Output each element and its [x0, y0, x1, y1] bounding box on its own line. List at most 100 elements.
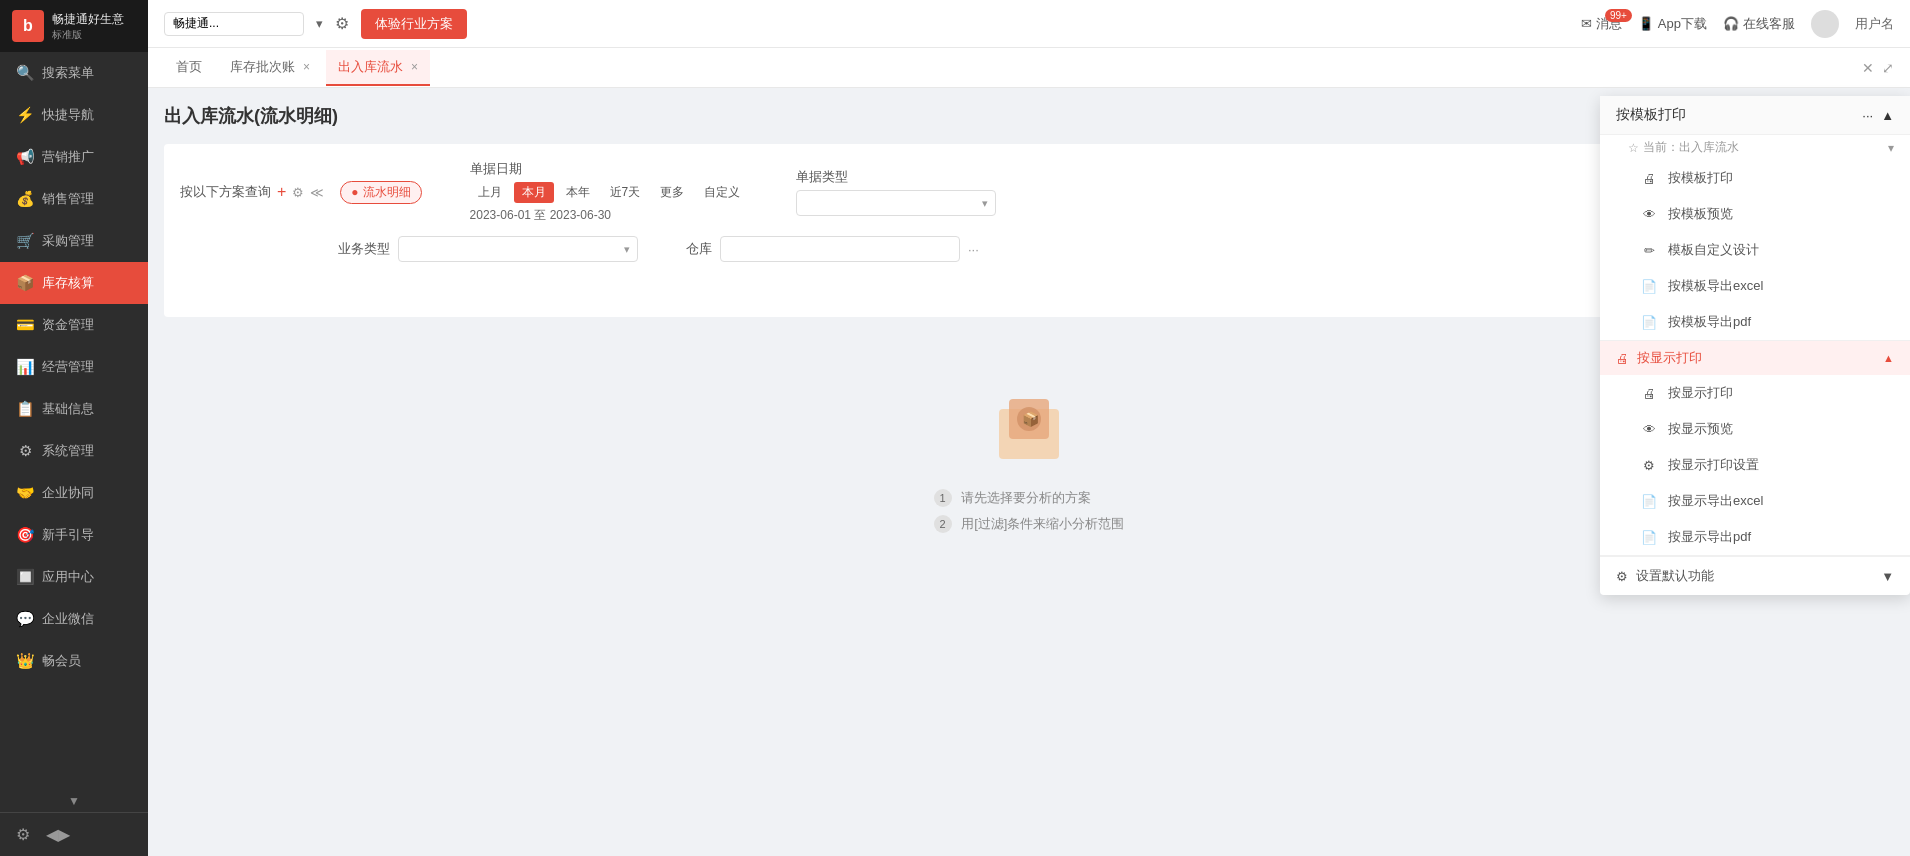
- filter-tag[interactable]: ● 流水明细: [340, 181, 421, 204]
- dropdown-item-模板自定义设计[interactable]: ✏ 模板自定义设计: [1600, 232, 1910, 268]
- dropdown-section-2-header[interactable]: 🖨 按显示打印 ▲: [1600, 341, 1910, 375]
- sidebar-basic-info-label: 基础信息: [42, 400, 94, 418]
- dropdown-s2-item-按显示预览[interactable]: 👁 按显示预览: [1600, 411, 1910, 447]
- sidebar-system-label: 系统管理: [42, 442, 94, 460]
- dropdown-s2-item-按显示导出excel[interactable]: 📄 按显示导出excel: [1600, 483, 1910, 519]
- header-settings-icon[interactable]: ⚙: [335, 14, 349, 33]
- sidebar-item-basic-info[interactable]: 📋 基础信息: [0, 388, 148, 430]
- dropdown-item-按模板打印[interactable]: 🖨 按模板打印: [1600, 160, 1910, 196]
- dropdown-s2-item-按显示导出pdf[interactable]: 📄 按显示导出pdf: [1600, 519, 1910, 555]
- shortcut-7days[interactable]: 近7天: [602, 182, 649, 203]
- sidebar-item-purchase[interactable]: 🛒 采购管理: [0, 220, 148, 262]
- sidebar-item-app-center[interactable]: 🔲 应用中心: [0, 556, 148, 598]
- settings-icon[interactable]: ⚙: [16, 825, 30, 844]
- dropdown-item-按模板导出excel[interactable]: 📄 按模板导出excel: [1600, 268, 1910, 304]
- header-dropdown-icon[interactable]: ▾: [316, 16, 323, 31]
- filter-tag-icon: ●: [351, 185, 358, 199]
- sidebar-item-sales[interactable]: 💰 销售管理: [0, 178, 148, 220]
- app-name: 畅捷通好生意: [52, 11, 124, 28]
- tab-current-close[interactable]: ×: [411, 60, 418, 74]
- sidebar-item-system[interactable]: ⚙ 系统管理: [0, 430, 148, 472]
- sidebar-search-icon: 🔍: [16, 64, 34, 82]
- shortcut-custom[interactable]: 自定义: [696, 182, 748, 203]
- biz-type-select[interactable]: [398, 236, 638, 262]
- sidebar-membership-icon: 👑: [16, 652, 34, 670]
- filter-label-text: 按以下方案查询: [180, 183, 271, 201]
- sidebar-inventory-icon: 📦: [16, 274, 34, 292]
- app-logo-icon: b: [12, 10, 44, 42]
- industry-btn[interactable]: 体验行业方案: [361, 9, 467, 39]
- tab-expand-actions: ✕ ⤢: [1862, 60, 1894, 76]
- tab-inventory-batch[interactable]: 库存批次账 ×: [218, 50, 322, 86]
- dropdown-collapse-icon[interactable]: ▲: [1881, 108, 1894, 123]
- biz-type-field: 业务类型: [338, 236, 638, 262]
- footer-icon: ⚙: [1616, 569, 1628, 584]
- message-btn[interactable]: ✉ 消息 99+: [1581, 15, 1622, 33]
- tab-close-all-icon[interactable]: ✕: [1862, 60, 1874, 76]
- app-download-btn[interactable]: 📱 App下载: [1638, 15, 1707, 33]
- sidebar-cooperation-icon: 🤝: [16, 484, 34, 502]
- search-input[interactable]: [164, 12, 304, 36]
- shortcut-this-month[interactable]: 本月: [514, 182, 554, 203]
- scroll-down-icon[interactable]: ▼: [68, 794, 80, 808]
- filter-collapse-icon[interactable]: ≪: [310, 185, 324, 200]
- collapse-icon[interactable]: ◀▶: [46, 825, 70, 844]
- sidebar-item-operations[interactable]: 📊 经营管理: [0, 346, 148, 388]
- online-service-btn[interactable]: 🎧 在线客服: [1723, 15, 1795, 33]
- dropdown-item-按模板预览[interactable]: 👁 按模板预览: [1600, 196, 1910, 232]
- s2-item-label: 按显示导出excel: [1668, 492, 1763, 510]
- filter-add-btn[interactable]: +: [277, 183, 286, 201]
- dropdown-s2-item-按显示打印[interactable]: 🖨 按显示打印: [1600, 375, 1910, 411]
- shortcut-this-year[interactable]: 本年: [558, 182, 598, 203]
- dropdown-more-icon[interactable]: ···: [1862, 108, 1873, 123]
- s2-item-icon: 📄: [1640, 492, 1658, 510]
- sidebar-item-finance[interactable]: 💳 资金管理: [0, 304, 148, 346]
- current-arrow[interactable]: ▾: [1888, 141, 1894, 155]
- sidebar-item-search[interactable]: 🔍 搜索菜单: [0, 52, 148, 94]
- dropdown-footer[interactable]: ⚙ 设置默认功能 ▼: [1600, 556, 1910, 595]
- shortcut-more[interactable]: 更多: [652, 182, 692, 203]
- empty-step-1: 1 请先选择要分析的方案: [934, 485, 1125, 511]
- filter-settings-icon[interactable]: ⚙: [292, 185, 304, 200]
- tab-home-label: 首页: [176, 58, 202, 76]
- item-label: 按模板导出excel: [1668, 277, 1763, 295]
- sidebar-wechat-icon: 💬: [16, 610, 34, 628]
- biz-type-label: 业务类型: [338, 240, 390, 258]
- tab-current[interactable]: 出入库流水 ×: [326, 50, 430, 86]
- step-2-text: 用[过滤]条件来缩小分析范围: [961, 516, 1124, 531]
- header-right: ✉ 消息 99+ 📱 App下载 🎧 在线客服 用户名: [1581, 10, 1894, 38]
- shortcut-last-month[interactable]: 上月: [470, 182, 510, 203]
- sidebar-item-guide[interactable]: 🎯 新手引导: [0, 514, 148, 556]
- doc-type-select[interactable]: [796, 190, 996, 216]
- item-icon: 👁: [1640, 205, 1658, 223]
- content-wrapper: 出入库流水(流水明细) 🖨 按模板打印 ▲ ↑ 导出 ↻ 刷新: [164, 104, 1894, 597]
- warehouse-more-icon[interactable]: ···: [968, 242, 979, 257]
- sidebar-item-cooperation[interactable]: 🤝 企业协同: [0, 472, 148, 514]
- header: ▾ ⚙ 体验行业方案 ✉ 消息 99+ 📱 App下载 🎧 在线客服 用户名: [148, 0, 1910, 48]
- dropdown-header: 按模板打印 ··· ▲: [1600, 96, 1910, 135]
- sidebar-item-wechat[interactable]: 💬 企业微信: [0, 598, 148, 640]
- sidebar-wechat-label: 企业微信: [42, 610, 94, 628]
- tab-inventory-batch-close[interactable]: ×: [303, 60, 310, 74]
- section-2-label: 按显示打印: [1637, 349, 1702, 367]
- tab-expand-icon[interactable]: ⤢: [1882, 60, 1894, 76]
- dropdown-s2-item-按显示打印设置[interactable]: ⚙ 按显示打印设置: [1600, 447, 1910, 483]
- sidebar-scroll-down[interactable]: ▼: [0, 790, 148, 812]
- sidebar-system-icon: ⚙: [16, 442, 34, 460]
- sidebar-item-marketing[interactable]: 📢 营销推广: [0, 136, 148, 178]
- s2-item-icon: 🖨: [1640, 384, 1658, 402]
- footer-label: 设置默认功能: [1636, 567, 1714, 585]
- dropdown-item-按模板导出pdf[interactable]: 📄 按模板导出pdf: [1600, 304, 1910, 340]
- tabs-bar: 首页 库存批次账 × 出入库流水 × ✕ ⤢: [148, 48, 1910, 88]
- item-label: 按模板打印: [1668, 169, 1733, 187]
- section-2-collapse-icon: ▲: [1883, 352, 1894, 364]
- sidebar-purchase-label: 采购管理: [42, 232, 94, 250]
- user-name: 用户名: [1855, 15, 1894, 33]
- tab-home[interactable]: 首页: [164, 50, 214, 86]
- warehouse-input[interactable]: [720, 236, 960, 262]
- date-label: 单据日期: [470, 160, 749, 178]
- user-avatar[interactable]: [1811, 10, 1839, 38]
- sidebar-item-inventory[interactable]: 📦 库存核算: [0, 262, 148, 304]
- sidebar-item-membership[interactable]: 👑 畅会员: [0, 640, 148, 682]
- sidebar-item-quick-nav[interactable]: ⚡ 快捷导航: [0, 94, 148, 136]
